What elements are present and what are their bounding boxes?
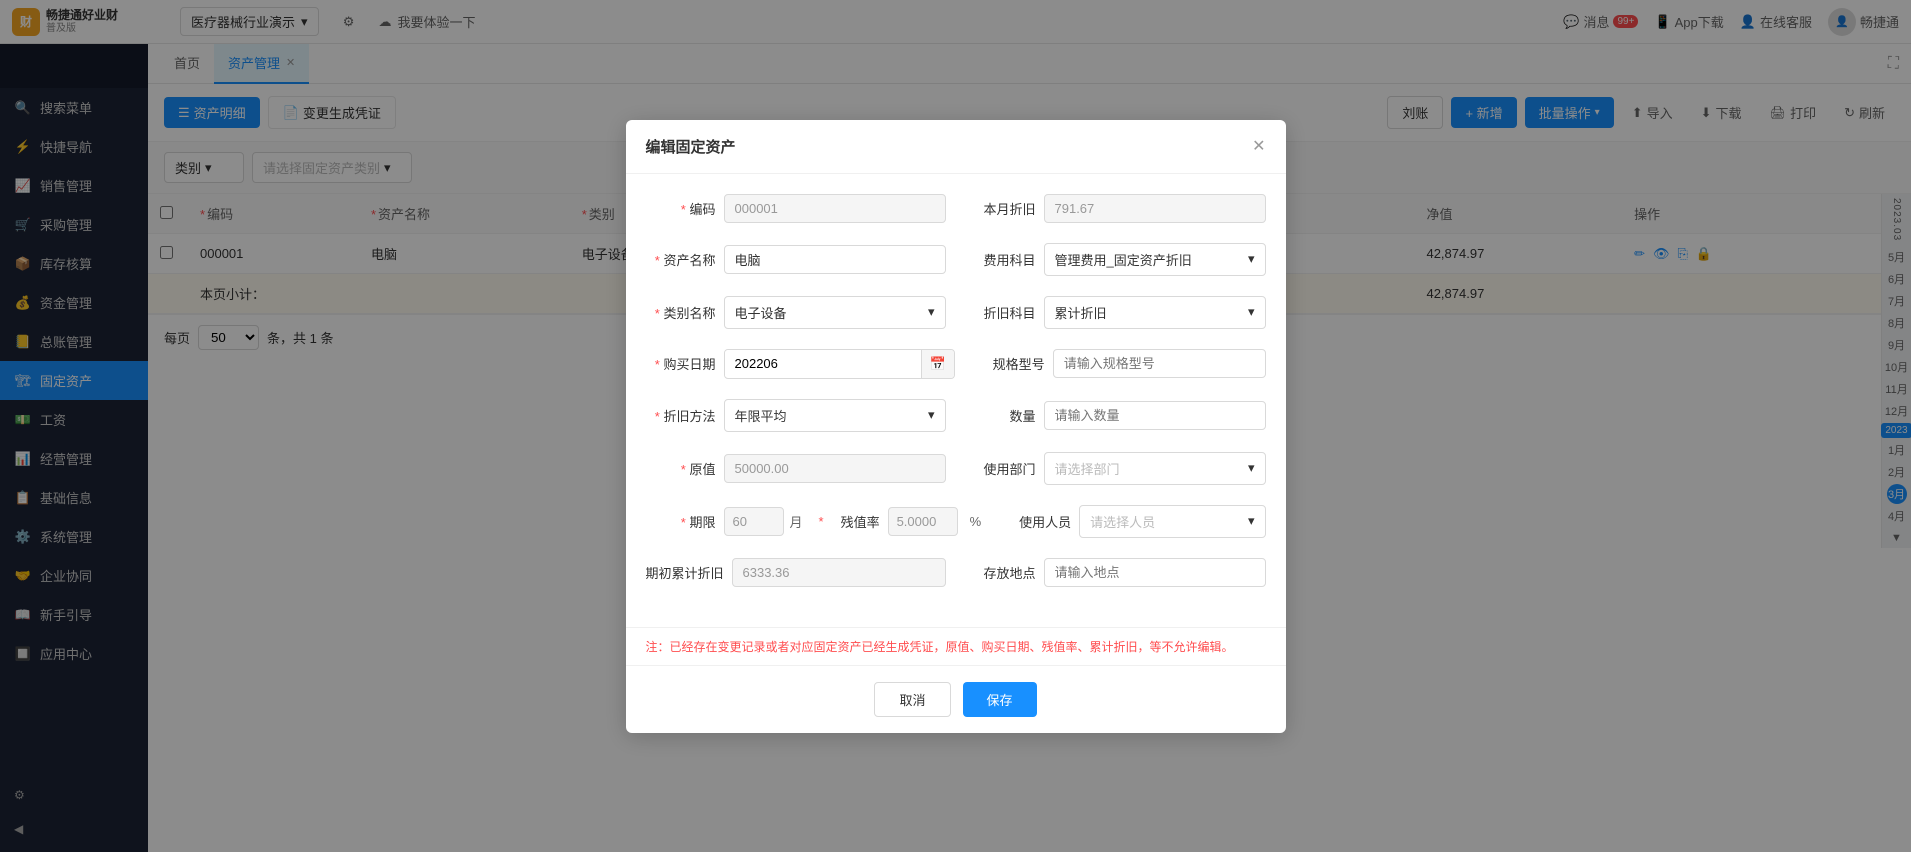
period-group: 月	[724, 507, 803, 536]
modal-header: 编辑固定资产 ✕	[626, 120, 1286, 174]
form-row-2: * 资产名称 费用科目 管理费用_固定资产折旧 ▾	[646, 243, 1266, 276]
modal-close-icon[interactable]: ✕	[1252, 136, 1265, 156]
expense-subject-value: 管理费用_固定资产折旧	[1055, 250, 1192, 269]
category-chevron: ▾	[928, 304, 935, 320]
initial-cumulative-label: 期初累计折旧	[646, 563, 724, 582]
quantity-label: 数量	[966, 406, 1036, 425]
period-input[interactable]	[724, 507, 784, 536]
form-item-spec: 规格型号	[975, 349, 1266, 379]
dep-subject-chevron: ▾	[1248, 304, 1255, 320]
location-input[interactable]	[1044, 558, 1266, 587]
spec-label: 规格型号	[975, 354, 1045, 373]
dep-method-chevron: ▾	[928, 407, 935, 423]
code-label: * 编码	[646, 199, 716, 218]
modal-overlay: 编辑固定资产 ✕ * 编码 本月折旧 * 资产名称	[0, 0, 1911, 852]
modal-title: 编辑固定资产	[646, 136, 736, 157]
modal-footer-note: 注：已经存在变更记录或者对应固定资产已经生成凭证，原值、购买日期、残值率、累计折…	[626, 627, 1286, 665]
code-input[interactable]	[724, 194, 946, 223]
form-item-initial-cumulative: 期初累计折旧	[646, 558, 946, 587]
form-item-purchase-date: * 购买日期 📅	[646, 349, 955, 379]
modal-footer: 取消 保存	[626, 665, 1286, 733]
purchase-date-input[interactable]	[725, 350, 921, 377]
form-row-6: * 原值 使用部门 请选择部门 ▾	[646, 452, 1266, 485]
original-value-input[interactable]	[724, 454, 946, 483]
purchase-date-input-group: 📅	[724, 349, 955, 379]
residual-rate-input[interactable]	[888, 507, 958, 536]
form-item-expense-subject: 费用科目 管理费用_固定资产折旧 ▾	[966, 243, 1266, 276]
form-item-quantity: 数量	[966, 399, 1266, 432]
period-unit: 月	[790, 512, 803, 531]
form-item-monthly-dep: 本月折旧	[966, 194, 1266, 223]
department-label: 使用部门	[966, 459, 1036, 478]
residual-rate-label: 残值率	[840, 512, 880, 531]
form-item-user: 使用人员 请选择人员 ▾	[1001, 505, 1265, 538]
category-value: 电子设备	[735, 303, 787, 322]
dep-method-label: * 折旧方法	[646, 406, 716, 425]
original-value-label: * 原值	[646, 459, 716, 478]
form-row-4: * 购买日期 📅 规格型号	[646, 349, 1266, 379]
dep-method-select[interactable]: 年限平均 ▾	[724, 399, 946, 432]
cancel-button[interactable]: 取消	[874, 682, 950, 717]
purchase-date-label: * 购买日期	[646, 354, 716, 373]
form-row-8: 期初累计折旧 存放地点	[646, 558, 1266, 587]
user-label: 使用人员	[1001, 512, 1071, 531]
expense-subject-label: 费用科目	[966, 250, 1036, 269]
save-button[interactable]: 保存	[963, 682, 1037, 717]
dep-method-value: 年限平均	[735, 406, 787, 425]
note-text: 注：已经存在变更记录或者对应固定资产已经生成凭证，原值、购买日期、残值率、累计折…	[646, 640, 1234, 654]
name-label: * 资产名称	[646, 250, 716, 269]
user-placeholder: 请选择人员	[1090, 512, 1155, 531]
expense-subject-select[interactable]: 管理费用_固定资产折旧 ▾	[1044, 243, 1266, 276]
dep-subject-label: 折旧科目	[966, 303, 1036, 322]
form-item-dep-method: * 折旧方法 年限平均 ▾	[646, 399, 946, 432]
form-row-1: * 编码 本月折旧	[646, 194, 1266, 223]
quantity-input[interactable]	[1044, 401, 1266, 430]
expense-subject-chevron: ▾	[1248, 251, 1255, 267]
form-row-3: * 类别名称 电子设备 ▾ 折旧科目 累计折旧 ▾	[646, 296, 1266, 329]
form-row-5: * 折旧方法 年限平均 ▾ 数量	[646, 399, 1266, 432]
department-placeholder: 请选择部门	[1055, 459, 1120, 478]
spec-input[interactable]	[1053, 349, 1266, 378]
category-select[interactable]: 电子设备 ▾	[724, 296, 946, 329]
user-chevron: ▾	[1248, 513, 1255, 529]
pct-label: %	[970, 514, 982, 529]
period-label: * 期限	[646, 512, 716, 531]
dep-subject-select[interactable]: 累计折旧 ▾	[1044, 296, 1266, 329]
category-name-label: * 类别名称	[646, 303, 716, 322]
initial-cumulative-input[interactable]	[732, 558, 946, 587]
form-item-period-residual: * 期限 月 * 残值率 %	[646, 505, 982, 538]
form-item-original-value: * 原值	[646, 452, 946, 485]
form-item-name: * 资产名称	[646, 243, 946, 276]
monthly-dep-input[interactable]	[1044, 194, 1266, 223]
form-row-7: * 期限 月 * 残值率 % 使用人员 请选择人员 ▾	[646, 505, 1266, 538]
modal-body: * 编码 本月折旧 * 资产名称 费用科目 管理费用_固定资产折旧	[626, 174, 1286, 627]
calendar-icon[interactable]: 📅	[921, 350, 954, 378]
user-select[interactable]: 请选择人员 ▾	[1079, 505, 1265, 538]
monthly-dep-label: 本月折旧	[966, 199, 1036, 218]
department-chevron: ▾	[1248, 460, 1255, 476]
form-item-location: 存放地点	[966, 558, 1266, 587]
asset-name-input[interactable]	[724, 245, 946, 274]
department-select[interactable]: 请选择部门 ▾	[1044, 452, 1266, 485]
location-label: 存放地点	[966, 563, 1036, 582]
edit-asset-modal: 编辑固定资产 ✕ * 编码 本月折旧 * 资产名称	[626, 120, 1286, 733]
form-item-department: 使用部门 请选择部门 ▾	[966, 452, 1266, 485]
form-item-category: * 类别名称 电子设备 ▾	[646, 296, 946, 329]
form-item-code: * 编码	[646, 194, 946, 223]
form-item-dep-subject: 折旧科目 累计折旧 ▾	[966, 296, 1266, 329]
dep-subject-value: 累计折旧	[1055, 303, 1107, 322]
